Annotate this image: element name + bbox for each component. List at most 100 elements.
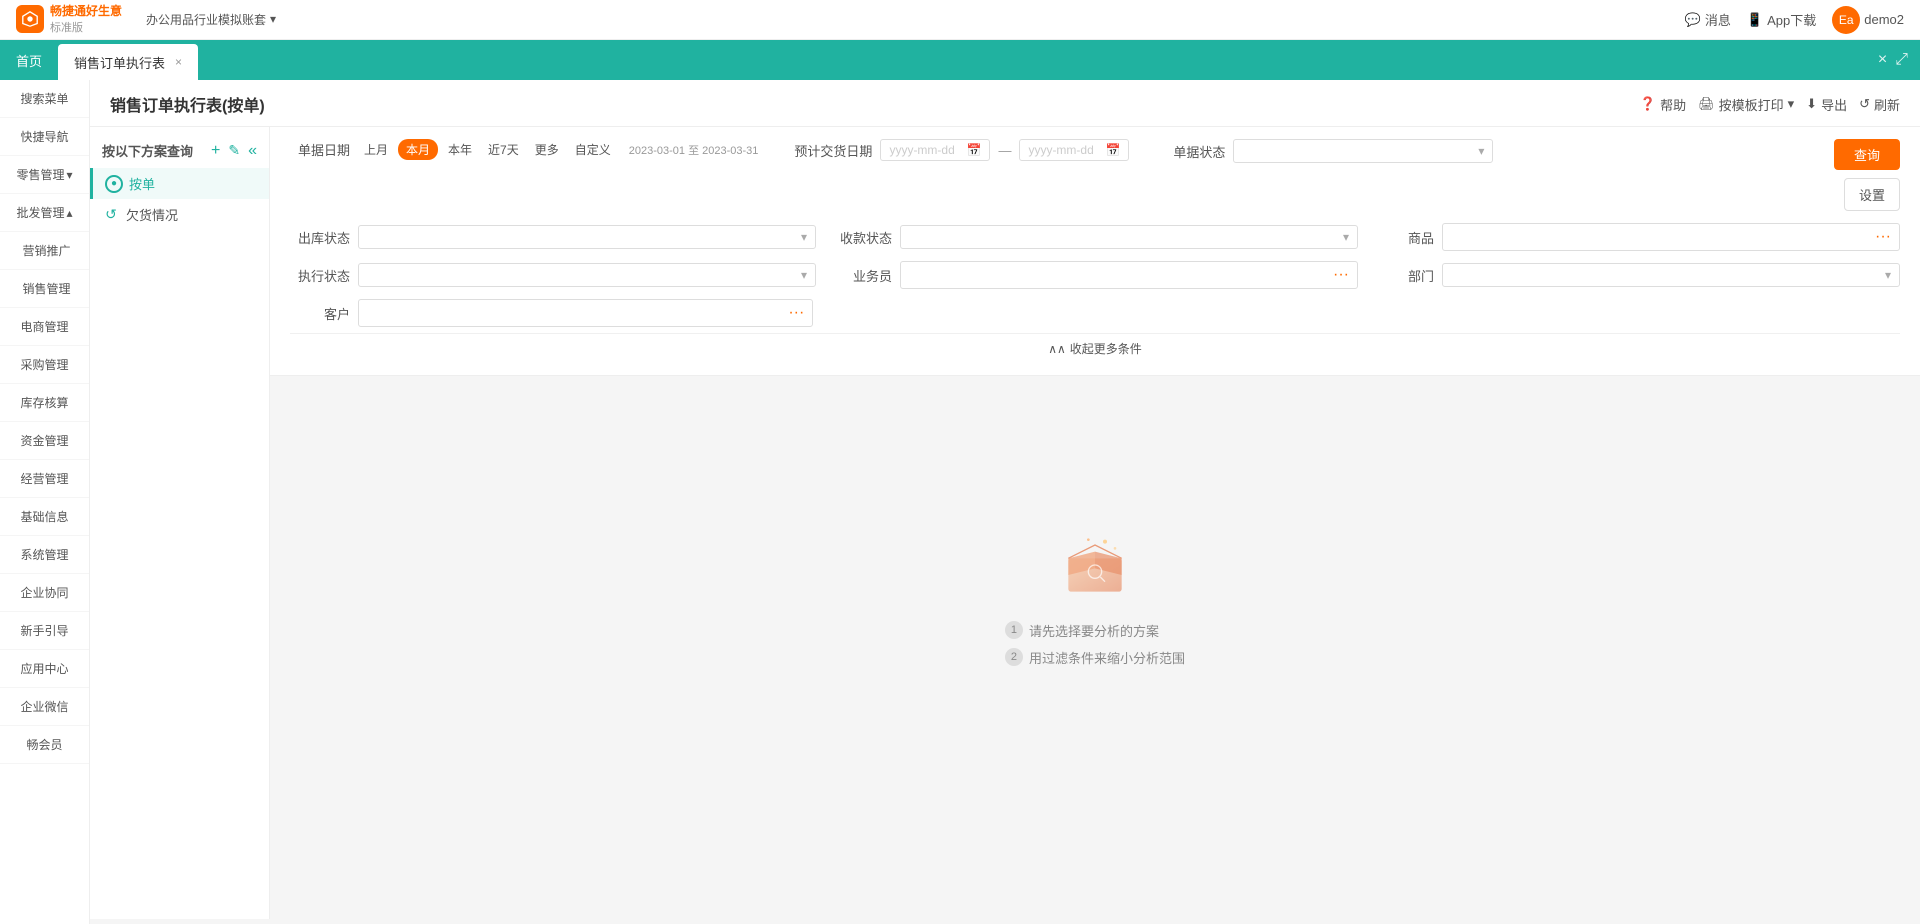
help-button[interactable]: ❓ 帮助 xyxy=(1640,95,1686,114)
collection-status-select[interactable]: ▾ xyxy=(900,225,1358,249)
empty-tips: 1 请先选择要分析的方案 2 用过滤条件来缩小分析范围 xyxy=(1005,621,1185,667)
backorder-icon: ↺ xyxy=(102,206,120,224)
exec-status-label: 执行状态 xyxy=(290,266,350,285)
sidebar-item-finance[interactable]: 资金管理 xyxy=(0,422,89,460)
help-icon: ❓ xyxy=(1640,96,1656,112)
message-button[interactable]: 💬 消息 xyxy=(1685,10,1731,29)
table-area: 1 请先选择要分析的方案 2 用过滤条件来缩小分析范围 xyxy=(270,376,1920,776)
sidebar-item-purchase[interactable]: 采购管理 xyxy=(0,346,89,384)
close-window-icon[interactable]: × xyxy=(1878,51,1887,69)
logo-area: 畅捷通好生意 标准版 xyxy=(16,4,122,34)
customer-field[interactable]: ··· xyxy=(358,299,813,327)
sidebar-item-inventory[interactable]: 库存核算 xyxy=(0,384,89,422)
app-download-button[interactable]: 📱 App下载 xyxy=(1747,10,1816,29)
collapse-filter-button[interactable]: ∧∧ 收起更多条件 xyxy=(290,333,1900,363)
date-tab-last-month[interactable]: 上月 xyxy=(358,139,394,160)
date-tab-7days[interactable]: 近7天 xyxy=(482,139,525,160)
empty-tip-2: 2 用过滤条件来缩小分析范围 xyxy=(1005,648,1185,667)
sidebar-item-wechat[interactable]: 企业微信 xyxy=(0,688,89,726)
sidebar-item-guide[interactable]: 新手引导 xyxy=(0,612,89,650)
exec-status-select[interactable]: ▾ xyxy=(358,263,816,287)
date-separator: — xyxy=(998,143,1011,158)
expected-date-to[interactable]: yyyy-mm-dd 📅 xyxy=(1019,139,1129,161)
collection-status-arrow: ▾ xyxy=(1343,230,1349,244)
sidebar-search-label: 搜索菜单 xyxy=(20,92,68,106)
sidebar-item-appcenter[interactable]: 应用中心 xyxy=(0,650,89,688)
customer-dots[interactable]: ··· xyxy=(788,304,804,322)
user-menu[interactable]: Ea demo2 xyxy=(1832,6,1904,34)
tab-sales-order[interactable]: 销售订单执行表 × xyxy=(58,44,198,80)
delivery-status-select[interactable]: ▾ xyxy=(358,225,816,249)
scheme-item-by-order[interactable]: ● 按单 xyxy=(90,168,269,199)
tabbar: 首页 销售订单执行表 × × ⤢ xyxy=(0,40,1920,80)
logo-icon xyxy=(16,5,44,33)
expected-date-from[interactable]: yyyy-mm-dd 📅 xyxy=(880,139,990,161)
logo-text-area: 畅捷通好生意 标准版 xyxy=(50,4,122,34)
dept-select[interactable]: ▾ xyxy=(1442,263,1900,287)
tab-home[interactable]: 首页 xyxy=(0,40,58,80)
sidebar-item-operations[interactable]: 经营管理 xyxy=(0,460,89,498)
date-tab-this-month[interactable]: 本月 xyxy=(398,139,438,160)
sidebar-guide-label: 新手引导 xyxy=(20,624,68,638)
scheme-backorder-label: 欠货情况 xyxy=(126,205,178,224)
refresh-label: 刷新 xyxy=(1874,95,1900,114)
date-tab-this-year[interactable]: 本年 xyxy=(442,139,478,160)
setting-button[interactable]: 设置 xyxy=(1844,178,1900,211)
tab-close-icon[interactable]: × xyxy=(175,55,182,69)
expected-date-label: 预计交货日期 xyxy=(794,141,872,160)
sidebar-inventory-label: 库存核算 xyxy=(20,396,68,410)
collection-status-label: 收款状态 xyxy=(832,228,892,247)
sidebar-item-marketing[interactable]: 营销推广 xyxy=(0,232,89,270)
status-select[interactable]: ▾ xyxy=(1233,139,1493,163)
sidebar-item-system[interactable]: 系统管理 xyxy=(0,536,89,574)
tabbar-right: × ⤢ xyxy=(1878,51,1920,69)
date-tab-more[interactable]: 更多 xyxy=(529,139,565,160)
message-icon: 💬 xyxy=(1685,12,1701,28)
topbar-left: 畅捷通好生意 标准版 办公用品行业模拟账套 ▾ xyxy=(16,4,276,34)
sidebar-member-label: 畅会员 xyxy=(26,738,62,752)
tip2-num: 2 xyxy=(1005,648,1023,666)
print-label: 按模板打印 xyxy=(1719,95,1784,114)
sidebar-item-retail[interactable]: 零售管理 ▾ xyxy=(0,156,89,194)
sidebar-retail-arrow: ▾ xyxy=(66,168,72,182)
export-button[interactable]: ⬇ 导出 xyxy=(1806,95,1847,114)
left-panel-title: 按以下方案查询 xyxy=(102,141,193,160)
sidebar-item-ecom[interactable]: 电商管理 xyxy=(0,308,89,346)
print-button[interactable]: 🖨 按模板打印 ▾ xyxy=(1698,95,1794,114)
refresh-button[interactable]: ↺ 刷新 xyxy=(1859,95,1900,114)
empty-tip-1: 1 请先选择要分析的方案 xyxy=(1005,621,1185,640)
sidebar-item-search[interactable]: 搜索菜单 xyxy=(0,80,89,118)
sidebar-item-wholesale[interactable]: 批发管理 ▴ xyxy=(0,194,89,232)
collapse-panel-button[interactable]: « xyxy=(248,142,257,160)
sidebar-wholesale-label: 批发管理 xyxy=(16,204,64,221)
sidebar-wholesale-arrow: ▴ xyxy=(66,206,72,220)
expand-window-icon[interactable]: ⤢ xyxy=(1895,51,1908,69)
sidebar-wechat-label: 企业微信 xyxy=(20,700,68,714)
sidebar-item-quicknav[interactable]: 快捷导航 xyxy=(0,118,89,156)
sidebar-item-baseinfo[interactable]: 基础信息 xyxy=(0,498,89,536)
query-button[interactable]: 查询 xyxy=(1834,139,1900,170)
left-panel-icons: + ✎ « xyxy=(211,142,257,160)
tab-sales-order-label: 销售订单执行表 xyxy=(74,53,165,72)
edit-scheme-button[interactable]: ✎ xyxy=(228,142,240,159)
message-label: 消息 xyxy=(1705,10,1731,29)
goods-label: 商品 xyxy=(1374,228,1434,247)
goods-dots[interactable]: ··· xyxy=(1875,228,1891,246)
date-tab-custom[interactable]: 自定义 xyxy=(569,139,617,160)
empty-state: 1 请先选择要分析的方案 2 用过滤条件来缩小分析范围 xyxy=(1005,525,1185,667)
help-label: 帮助 xyxy=(1660,95,1686,114)
sidebar-item-enterprise[interactable]: 企业协同 xyxy=(0,574,89,612)
sidebar-item-member[interactable]: 畅会员 xyxy=(0,726,89,764)
goods-field[interactable]: ··· xyxy=(1442,223,1900,251)
sidebar-item-sales[interactable]: 销售管理 xyxy=(0,270,89,308)
print-icon: 🖨 xyxy=(1698,96,1715,112)
date-range-text: 2023-03-01 至 2023-03-31 xyxy=(629,142,759,158)
status-label: 单据状态 xyxy=(1165,142,1225,161)
salesman-dots[interactable]: ··· xyxy=(1333,266,1349,284)
sidebar-operations-label: 经营管理 xyxy=(20,472,68,486)
add-scheme-button[interactable]: + xyxy=(211,142,220,160)
calendar-from-icon: 📅 xyxy=(966,143,981,157)
salesman-field[interactable]: ··· xyxy=(900,261,1358,289)
scheme-item-backorder[interactable]: ↺ 欠货情况 xyxy=(90,199,269,230)
industry-selector[interactable]: 办公用品行业模拟账套 ▾ xyxy=(146,11,276,28)
